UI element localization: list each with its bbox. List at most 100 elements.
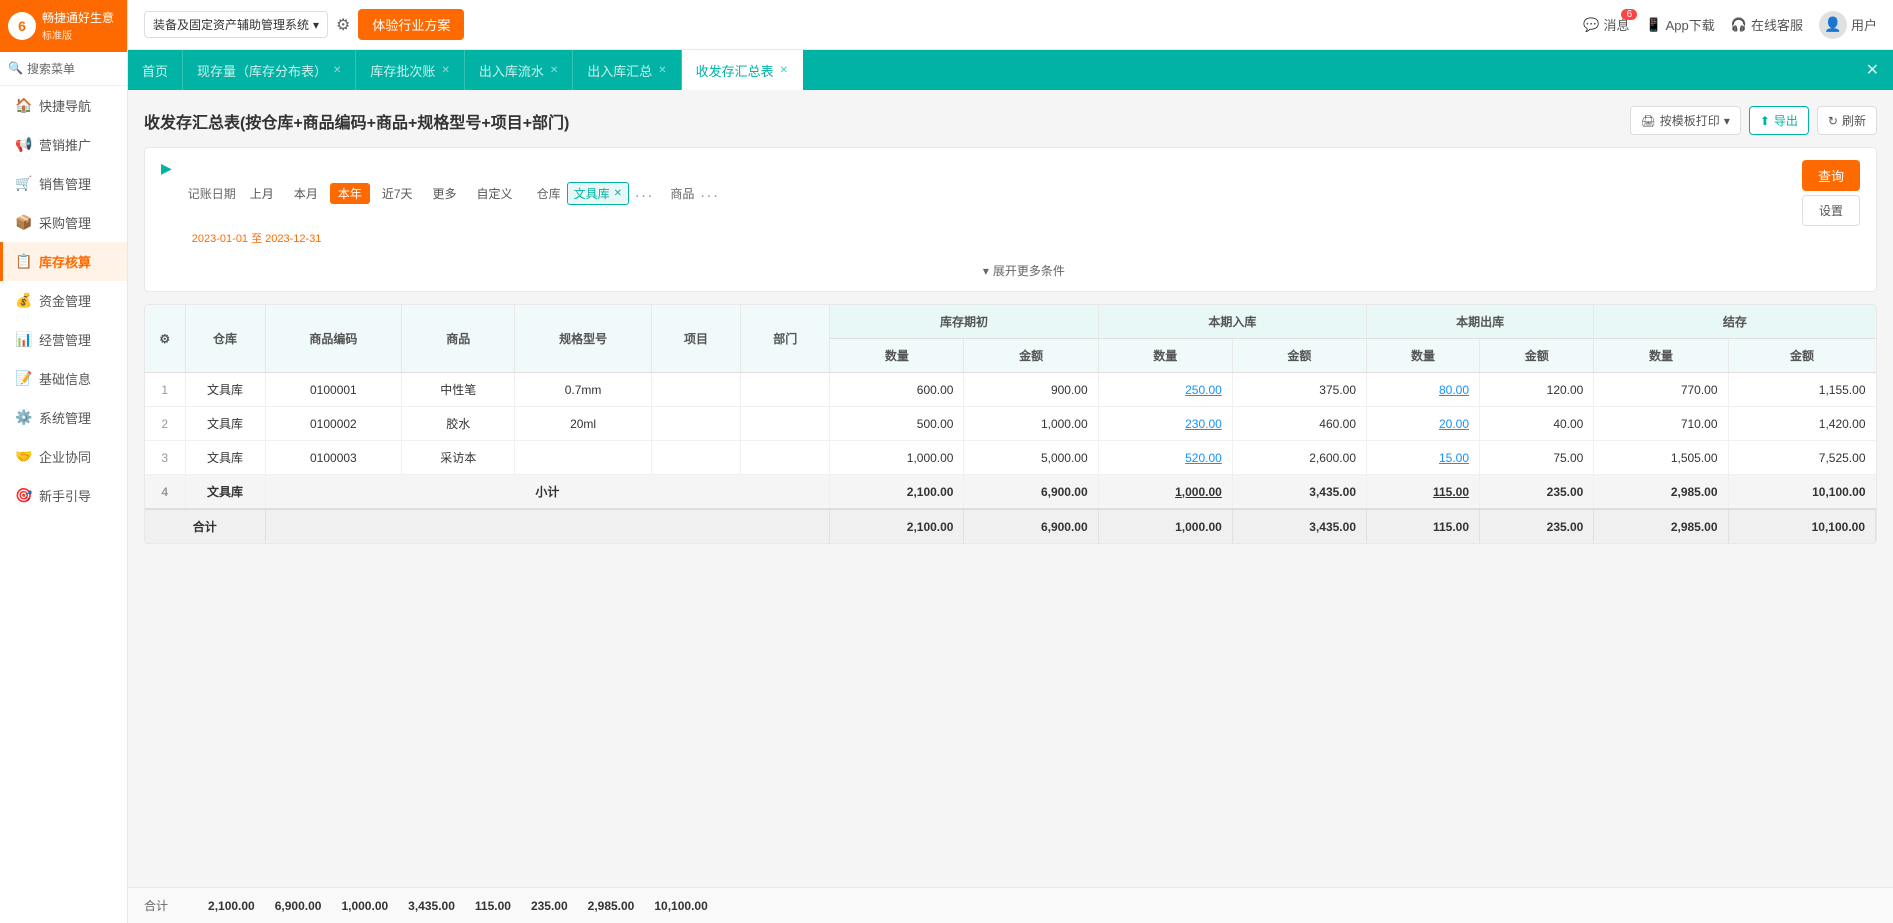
th-balance: 结存	[1594, 305, 1876, 339]
system-title: 装备及固定资产辅助管理系统	[153, 16, 309, 33]
sidebar-item-operations[interactable]: 📊 经营管理	[0, 320, 127, 359]
search-menu-item[interactable]: 🔍 搜索菜单	[0, 52, 127, 86]
enterprise-icon: 🤝	[15, 448, 33, 465]
sidebar-item-quick-nav[interactable]: 🏠 快捷导航	[0, 86, 127, 125]
guide-icon: 🎯	[15, 487, 33, 504]
goods-filter-more[interactable]: ...	[700, 184, 719, 202]
tab-home[interactable]: 首页	[128, 50, 183, 90]
th-in-qty: 数量	[1098, 339, 1232, 373]
sidebar-item-guide[interactable]: 🎯 新手引导	[0, 476, 127, 515]
user-label: 用户	[1851, 15, 1877, 34]
date-last-month[interactable]: 上月	[242, 183, 282, 204]
user-button[interactable]: 👤 用户	[1819, 11, 1877, 39]
row-seq: 1	[145, 373, 185, 407]
row-seq: 2	[145, 407, 185, 441]
footer-row: 合计 2,100.00 6,900.00 1,000.00 3,435.00 1…	[145, 509, 1876, 543]
tab-batch[interactable]: 库存批次账 ✕	[356, 50, 464, 90]
sidebar-item-sales[interactable]: 🛒 销售管理	[0, 164, 127, 203]
finance-icon: 💰	[15, 292, 33, 309]
filter-expand-icon[interactable]: ▶	[161, 160, 172, 177]
date-range-display: 2023-01-01 至 2023-12-31	[192, 233, 322, 245]
sidebar-item-basic-info[interactable]: 📝 基础信息	[0, 359, 127, 398]
total-balance-amt: 10,100.00	[654, 899, 707, 913]
th-in: 本期入库	[1098, 305, 1366, 339]
row-warehouse: 文具库	[185, 441, 265, 475]
page-header: 收发存汇总表(按仓库+商品编码+商品+规格型号+项目+部门) 🖨 按模板打印 ▾…	[144, 106, 1877, 135]
row-in-qty[interactable]: 250.00	[1098, 373, 1232, 407]
print-button[interactable]: 🖨 按模板打印 ▾	[1630, 106, 1741, 135]
sidebar-label-operations: 经营管理	[39, 330, 91, 349]
tab-flow[interactable]: 出入库流水 ✕	[465, 50, 573, 90]
phone-icon: 📱	[1645, 17, 1661, 33]
row-code: 0100001	[265, 373, 402, 407]
row-code: 0100002	[265, 407, 402, 441]
setting-button[interactable]: 设置	[1802, 195, 1860, 226]
row-in-qty[interactable]: 520.00	[1098, 441, 1232, 475]
column-settings-icon[interactable]: ⚙	[159, 332, 170, 346]
tab-stock-dist-close[interactable]: ✕	[333, 65, 341, 76]
date-7days[interactable]: 近7天	[374, 183, 421, 204]
th-settings: ⚙	[145, 305, 185, 373]
subtotal-label: 小计	[265, 475, 830, 510]
top-header: 装备及固定资产辅助管理系统 ▾ ⚙ 体验行业方案 💬 消息 6 📱 App下载 …	[128, 0, 1893, 50]
sidebar-item-enterprise[interactable]: 🤝 企业协同	[0, 437, 127, 476]
message-badge: 6	[1621, 9, 1637, 20]
tab-flow-close[interactable]: ✕	[550, 65, 558, 76]
subtotal-opening-qty: 2,100.00	[830, 475, 964, 510]
tab-summary-close[interactable]: ✕	[658, 65, 666, 76]
table-row: 3 文具库 0100003 采访本 1,000.00 5,000.00 520.…	[145, 441, 1876, 475]
expand-conditions-button[interactable]: ▾ 展开更多条件	[983, 262, 1065, 279]
th-out-qty: 数量	[1367, 339, 1480, 373]
tab-bar: 首页 现存量（库存分布表） ✕ 库存批次账 ✕ 出入库流水 ✕ 出入库汇总 ✕ …	[128, 50, 1893, 90]
tab-recv-send[interactable]: 收发存汇总表 ✕	[682, 50, 803, 90]
date-custom[interactable]: 自定义	[469, 183, 521, 204]
row-spec: 0.7mm	[515, 373, 652, 407]
warehouse-more[interactable]: ...	[635, 184, 654, 202]
date-this-month[interactable]: 本月	[286, 183, 326, 204]
tab-recv-send-label: 收发存汇总表	[696, 61, 774, 80]
sidebar-item-system[interactable]: ⚙️ 系统管理	[0, 398, 127, 437]
tab-recv-send-close[interactable]: ✕	[780, 65, 788, 76]
total-in-qty: 1,000.00	[341, 899, 388, 913]
home-icon: 🏠	[15, 97, 33, 114]
row-balance-amt: 1,155.00	[1728, 373, 1875, 407]
refresh-icon: ↻	[1828, 114, 1838, 128]
avatar: 👤	[1819, 11, 1847, 39]
operations-icon: 📊	[15, 331, 33, 348]
th-balance-amt: 金额	[1728, 339, 1875, 373]
footer-in-amt: 3,435.00	[1232, 509, 1366, 543]
row-out-qty[interactable]: 15.00	[1367, 441, 1480, 475]
trial-button[interactable]: 体验行业方案	[358, 9, 464, 40]
date-this-year[interactable]: 本年	[330, 183, 370, 204]
refresh-button[interactable]: ↻ 刷新	[1817, 106, 1877, 135]
app-download-button[interactable]: 📱 App下载	[1645, 15, 1714, 34]
tab-stock-dist[interactable]: 现存量（库存分布表） ✕	[183, 50, 356, 90]
th-opening-qty: 数量	[830, 339, 964, 373]
close-all-tabs[interactable]: ✕	[1852, 60, 1893, 80]
export-button[interactable]: ⬆ 导出	[1749, 106, 1809, 135]
row-in-qty[interactable]: 230.00	[1098, 407, 1232, 441]
sidebar-item-inventory[interactable]: 📋 库存核算	[0, 242, 127, 281]
row-opening-qty: 500.00	[830, 407, 964, 441]
row-warehouse: 文具库	[185, 373, 265, 407]
subtotal-in-amt: 3,435.00	[1232, 475, 1366, 510]
sidebar-item-purchase[interactable]: 📦 采购管理	[0, 203, 127, 242]
sidebar-item-marketing[interactable]: 📢 营销推广	[0, 125, 127, 164]
message-button[interactable]: 💬 消息 6	[1583, 15, 1629, 34]
system-selector[interactable]: 装备及固定资产辅助管理系统 ▾	[144, 11, 328, 38]
sidebar-label-system: 系统管理	[39, 408, 91, 427]
warehouse-tag-close[interactable]: ✕	[614, 188, 622, 199]
total-label: 合计	[144, 897, 168, 914]
row-opening-amt: 5,000.00	[964, 441, 1098, 475]
query-button[interactable]: 查询	[1802, 160, 1860, 191]
settings-icon[interactable]: ⚙	[336, 15, 350, 35]
sidebar-item-finance[interactable]: 💰 资金管理	[0, 281, 127, 320]
online-service-button[interactable]: 🎧 在线客服	[1731, 15, 1803, 34]
row-out-qty[interactable]: 80.00	[1367, 373, 1480, 407]
row-out-qty[interactable]: 20.00	[1367, 407, 1480, 441]
system-icon: ⚙️	[15, 409, 33, 426]
tab-summary-label: 出入库汇总	[587, 61, 652, 80]
tab-summary[interactable]: 出入库汇总 ✕	[573, 50, 681, 90]
tab-batch-close[interactable]: ✕	[441, 65, 449, 76]
date-more[interactable]: 更多	[425, 183, 465, 204]
